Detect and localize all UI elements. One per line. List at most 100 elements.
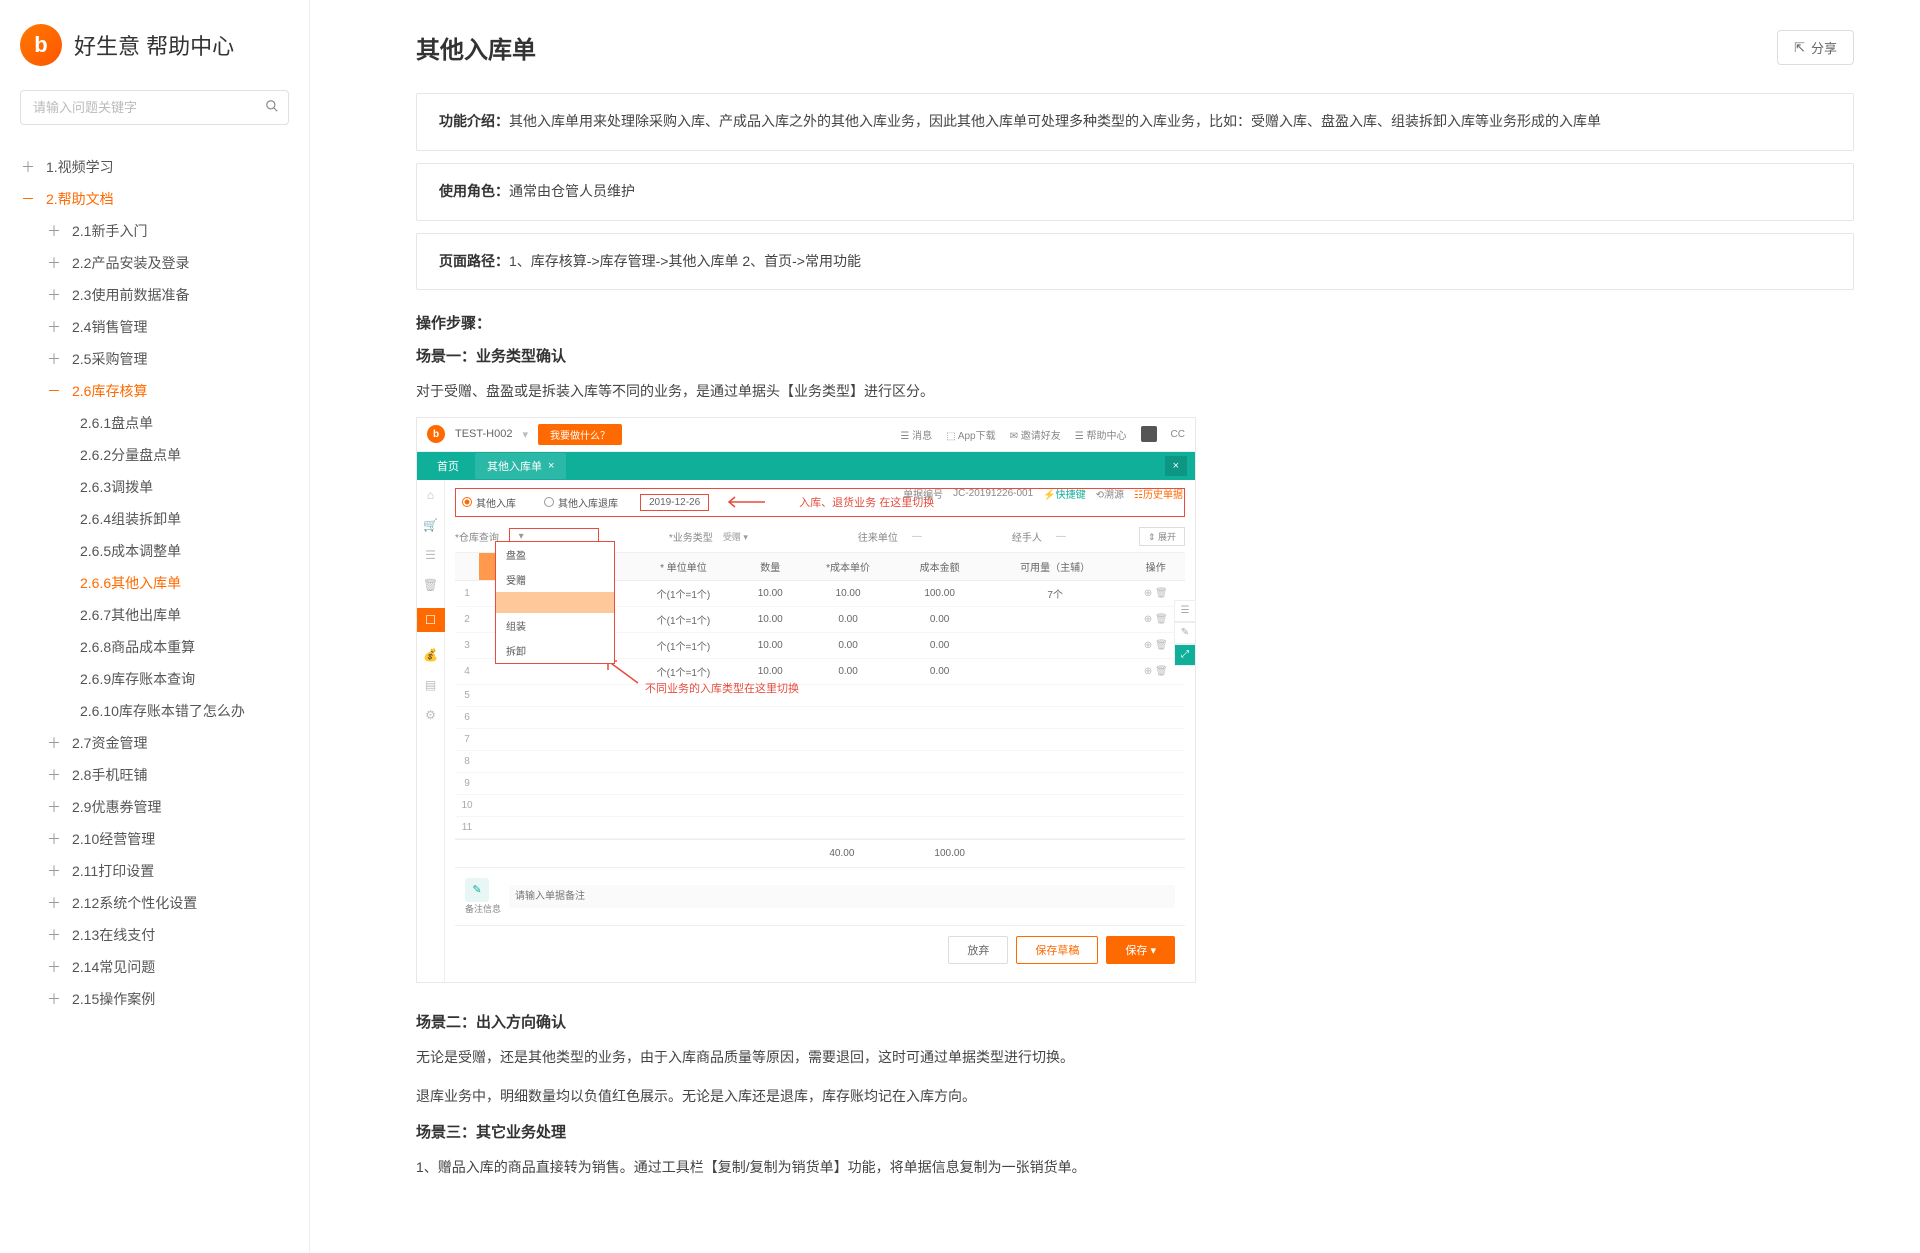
shot-hdr-app: ⬚ App下载 xyxy=(946,427,995,442)
plus-icon: ＋ xyxy=(46,927,62,943)
intro-card: 功能介绍：其他入库单用来处理除采购入库、产成品入库之外的其他入库业务，因此其他入… xyxy=(416,93,1854,151)
nav-2-11[interactable]: ＋2.11打印设置 xyxy=(46,855,289,887)
logo-icon: b xyxy=(20,24,62,66)
scene1-desc: 对于受赠、盘盈或是拆装入库等不同的业务，是通过单据头【业务类型】进行区分。 xyxy=(416,378,1854,405)
plus-icon: ＋ xyxy=(46,319,62,335)
home-icon: ⌂ xyxy=(424,488,438,502)
shot-right-toolbar: ☰ ✎ ⤢ xyxy=(1174,600,1196,666)
radio-on-icon xyxy=(462,497,472,507)
search-box xyxy=(20,90,289,125)
nav-2-6-5[interactable]: 2.6.5成本调整单 xyxy=(80,535,289,567)
nav-2-15[interactable]: ＋2.15操作案例 xyxy=(46,983,289,1015)
nav-2-6-10[interactable]: 2.6.10库存账本错了怎么办 xyxy=(80,695,289,727)
nav-2-6-3[interactable]: 2.6.3调拨单 xyxy=(80,471,289,503)
nav-2-2[interactable]: ＋2.2产品安装及登录 xyxy=(46,247,289,279)
plus-icon: ＋ xyxy=(46,351,62,367)
shot-draft-button: 保存草稿 xyxy=(1016,936,1098,964)
nav-2-12[interactable]: ＋2.12系统个性化设置 xyxy=(46,887,289,919)
nav-2-6-4[interactable]: 2.6.4组装拆卸单 xyxy=(80,503,289,535)
plus-icon: ＋ xyxy=(46,767,62,783)
shot-totals: 40.00 100.00 xyxy=(455,839,1185,867)
nav-2-14[interactable]: ＋2.14常见问题 xyxy=(46,951,289,983)
dd-item: 盘盈 xyxy=(496,542,614,567)
scene2-p2: 退库业务中，明细数量均以负值红色展示。无论是入库还是退库，库存账均记在入库方向。 xyxy=(416,1083,1854,1110)
expand-icon: ⇕ 展开 xyxy=(1139,527,1185,546)
nav-2-6-6[interactable]: 2.6.6其他入库单 xyxy=(80,567,289,599)
nav-2-6-7[interactable]: 2.6.7其他出库单 xyxy=(80,599,289,631)
plus-icon: ＋ xyxy=(46,863,62,879)
shot-logo-icon: b xyxy=(427,425,445,443)
scene2-title: 场景二：出入方向确认 xyxy=(416,1011,1854,1032)
nav-video-learning[interactable]: ＋1.视频学习 xyxy=(20,151,289,183)
search-input[interactable] xyxy=(20,90,289,125)
nav-2-13[interactable]: ＋2.13在线支付 xyxy=(46,919,289,951)
nav-2-7[interactable]: ＋2.7资金管理 xyxy=(46,727,289,759)
scene2-p1: 无论是受赠，还是其他类型的业务，由于入库商品质量等原因，需要退回，这时可通过单据… xyxy=(416,1044,1854,1071)
shot-hdr-msg: ☰ 消息 xyxy=(900,427,932,442)
plus-icon: ＋ xyxy=(46,895,62,911)
sidebar-nav: ＋1.视频学习 －2.帮助文档 ＋2.1新手入门 ＋2.2产品安装及登录 ＋2.… xyxy=(20,151,289,1015)
shot-radio-in: 其他入库 xyxy=(476,495,516,510)
trash-icon: 🗑 xyxy=(424,578,438,592)
path-card: 页面路径：1、库存核算->库存管理->其他入库单 2、首页->常用功能 xyxy=(416,233,1854,291)
nav-2-6-8[interactable]: 2.6.8商品成本重算 xyxy=(80,631,289,663)
remark-icon: ✎ xyxy=(465,878,489,902)
scene1-title: 场景一：业务类型确认 xyxy=(416,345,1854,366)
shot-action-button: 我要做什么？ xyxy=(538,424,622,445)
app-screenshot: b TEST-H002 ▾ 我要做什么？ ☰ 消息 ⬚ App下载 ✉ 邀请好友… xyxy=(416,417,1196,983)
role-text: 通常由仓管人员维护 xyxy=(509,183,635,199)
scene3-title: 场景三：其它业务处理 xyxy=(416,1121,1854,1142)
plus-icon: ＋ xyxy=(46,959,62,975)
plus-icon: ＋ xyxy=(20,159,36,175)
avatar-icon xyxy=(1141,426,1157,442)
filter-warehouse-label: *仓库查询 xyxy=(455,529,499,544)
filter-handler-label: 经手人 xyxy=(1012,529,1042,544)
plus-icon: ＋ xyxy=(46,831,62,847)
shot-sidebar: ⌂ 🛒 ☰ 🗑 ☐ 💰 ▤ ⚙ xyxy=(417,480,445,982)
shot-doc-meta: 单据编号 JC-20191226-001 ⚡快捷键 ⟲溯源 ☷历史单据 xyxy=(903,486,1183,501)
nav-2-6-1[interactable]: 2.6.1盘点单 xyxy=(80,407,289,439)
nav-2-4[interactable]: ＋2.4销售管理 xyxy=(46,311,289,343)
shot-hdr-invite: ✉ 邀请好友 xyxy=(1010,427,1061,442)
shot-discard-button: 放弃 xyxy=(948,936,1008,964)
plus-icon: ＋ xyxy=(46,287,62,303)
shot-hdr-help: ☰ 帮助中心 xyxy=(1075,427,1127,442)
minus-icon: － xyxy=(46,383,62,399)
nav-help-docs[interactable]: －2.帮助文档 xyxy=(20,183,289,215)
plus-icon: ＋ xyxy=(46,991,62,1007)
search-icon[interactable] xyxy=(265,99,279,117)
shot-date: 2019-12-26 xyxy=(640,494,709,511)
shot-user: CC xyxy=(1171,429,1185,440)
nav-2-6-9[interactable]: 2.6.9库存账本查询 xyxy=(80,663,289,695)
nav-2-10[interactable]: ＋2.10经营管理 xyxy=(46,823,289,855)
role-label: 使用角色： xyxy=(439,183,509,199)
nav-2-1[interactable]: ＋2.1新手入门 xyxy=(46,215,289,247)
tool-icon: ⤢ xyxy=(1174,644,1196,666)
gear-icon: ⚙ xyxy=(424,708,438,722)
nav-2-8[interactable]: ＋2.8手机旺铺 xyxy=(46,759,289,791)
doc-icon: ☰ xyxy=(424,548,438,562)
nav-2-3[interactable]: ＋2.3使用前数据准备 xyxy=(46,279,289,311)
path-text: 1、库存核算->库存管理->其他入库单 2、首页->常用功能 xyxy=(509,253,861,269)
role-card: 使用角色：通常由仓管人员维护 xyxy=(416,163,1854,221)
brand: b 好生意 帮助中心 xyxy=(20,24,289,66)
share-button[interactable]: ⇱ 分享 xyxy=(1777,30,1854,65)
dd-item: 拆卸 xyxy=(496,638,614,663)
plus-icon: ＋ xyxy=(46,223,62,239)
close-icon: × xyxy=(548,460,554,472)
intro-label: 功能介绍： xyxy=(439,113,509,129)
close-all-icon: × xyxy=(1165,456,1187,476)
shot-tab-home: 首页 xyxy=(425,453,471,479)
page-title: 其他入库单 xyxy=(416,30,536,65)
nav-2-5[interactable]: ＋2.5采购管理 xyxy=(46,343,289,375)
remark-input xyxy=(509,885,1175,908)
shot-tab-active: 其他入库单 × xyxy=(475,453,566,479)
sidebar: b 好生意 帮助中心 ＋1.视频学习 －2.帮助文档 ＋2.1新手入门 ＋2.2… xyxy=(0,0,310,1253)
path-label: 页面路径： xyxy=(439,253,509,269)
dd-item: 组装 xyxy=(496,613,614,638)
plus-icon: ＋ xyxy=(46,735,62,751)
nav-2-6-2[interactable]: 2.6.2分量盘点单 xyxy=(80,439,289,471)
nav-2-6[interactable]: －2.6库存核算 xyxy=(46,375,289,407)
shot-save-button: 保存 ▾ xyxy=(1106,936,1175,964)
nav-2-9[interactable]: ＋2.9优惠券管理 xyxy=(46,791,289,823)
